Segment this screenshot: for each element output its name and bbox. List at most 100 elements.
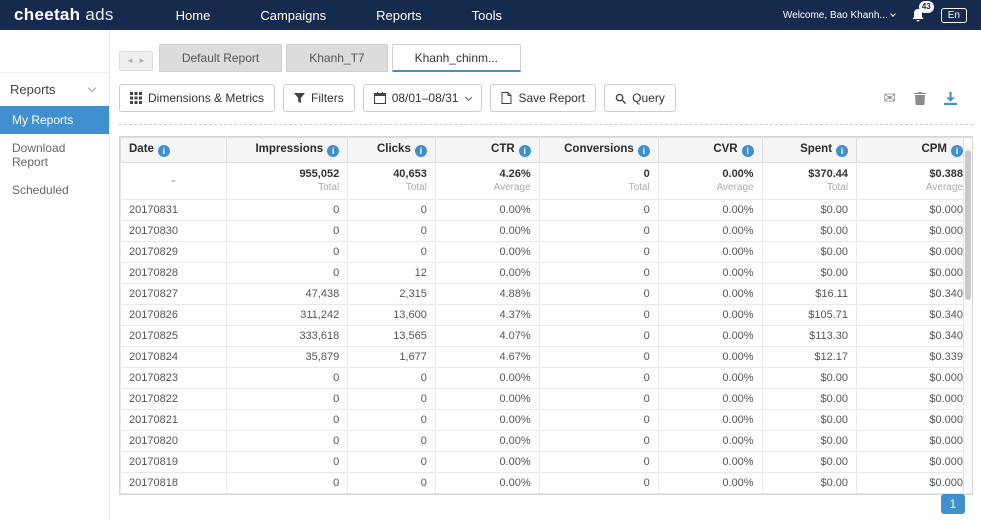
table-row: 20170825 333,618 13,565 4.07% 0 0.00% $113.30 $… bbox=[120, 325, 972, 347]
trash-icon[interactable] bbox=[914, 91, 926, 105]
metric-cell: 0.00% bbox=[657, 367, 763, 389]
sidebar-section-label: Reports bbox=[10, 82, 56, 97]
metric-cell: 0.00% bbox=[657, 388, 763, 410]
date-cell: 20170830 bbox=[120, 220, 227, 242]
metric-cell: $0.00 bbox=[761, 430, 858, 452]
metric-cell: $0.00 bbox=[761, 199, 858, 221]
page-1-button[interactable]: 1 bbox=[941, 494, 965, 514]
metric-cell: 0 bbox=[225, 199, 349, 221]
info-icon[interactable]: i bbox=[327, 145, 340, 157]
metric-cell: 0 bbox=[347, 367, 436, 389]
tabs-prev-icon[interactable]: ◄ bbox=[126, 56, 134, 66]
metric-cell: 4.37% bbox=[434, 304, 540, 326]
col-impressions[interactable]: Impressions i bbox=[225, 137, 349, 163]
metric-cell: 0 bbox=[225, 451, 349, 473]
metric-cell: $0.340 bbox=[856, 304, 972, 326]
metric-cell: 35,879 bbox=[225, 346, 349, 368]
metric-cell: 0.00% bbox=[657, 262, 763, 284]
metric-cell: $0.000 bbox=[856, 472, 972, 494]
metric-cell: $0.000 bbox=[856, 220, 972, 242]
tab-khanh-chinm[interactable]: Khanh_chinm... bbox=[391, 44, 521, 72]
tab-default-report[interactable]: Default Report bbox=[158, 44, 283, 72]
notifications-button[interactable]: 43 bbox=[911, 1, 934, 22]
nav-reports[interactable]: Reports bbox=[376, 8, 422, 23]
scrollbar-thumb[interactable] bbox=[965, 150, 971, 300]
date-cell: 20170831 bbox=[120, 199, 227, 221]
totals-cell: $370.44 Total bbox=[761, 162, 858, 200]
calendar-icon bbox=[373, 92, 386, 104]
report-tabs: ◄ ► Default Report Khanh_T7 Khanh_chinm.… bbox=[119, 44, 981, 72]
tabs-next-icon[interactable]: ► bbox=[138, 56, 146, 66]
metric-cell: $16.11 bbox=[761, 283, 858, 305]
metric-cell: 0 bbox=[225, 220, 349, 242]
language-button[interactable]: En bbox=[940, 7, 967, 23]
table-scrollbar[interactable] bbox=[963, 138, 972, 493]
metric-cell: 0.00% bbox=[434, 241, 540, 263]
metric-cell: 311,242 bbox=[225, 304, 349, 326]
nav-home[interactable]: Home bbox=[176, 8, 211, 23]
col-clicks[interactable]: Clicks i bbox=[347, 137, 436, 163]
col-spent[interactable]: Spent i bbox=[761, 137, 858, 163]
col-cpm[interactable]: CPM i bbox=[856, 137, 972, 163]
nav-tools[interactable]: Tools bbox=[472, 8, 502, 23]
username: Bao Khanh... bbox=[829, 9, 888, 21]
metric-cell: $0.00 bbox=[761, 262, 858, 284]
download-icon[interactable] bbox=[944, 91, 957, 105]
metric-cell: 0 bbox=[225, 472, 349, 494]
info-icon[interactable]: i bbox=[637, 145, 650, 157]
metric-cell: 0 bbox=[538, 304, 659, 326]
metric-cell: $0.000 bbox=[856, 451, 972, 473]
date-range-button[interactable]: 08/01–08/31 bbox=[362, 84, 483, 112]
tab-khanh-t7[interactable]: Khanh_T7 bbox=[286, 44, 388, 72]
info-icon[interactable]: i bbox=[836, 145, 849, 157]
metric-cell: $0.339 bbox=[856, 346, 972, 368]
query-button[interactable]: Query bbox=[604, 84, 676, 112]
col-cvr[interactable]: CVR i bbox=[657, 137, 763, 163]
table-row: 20170829 0 0 0.00% 0 0.00% $0.00 $0.000 bbox=[120, 241, 972, 263]
tab-scroll-arrows: ◄ ► bbox=[119, 51, 153, 71]
email-icon[interactable]: ✉ bbox=[883, 91, 896, 106]
toolbar-right-icons: ✉ bbox=[883, 91, 973, 106]
sidebar-section-reports[interactable]: Reports bbox=[0, 72, 109, 106]
brand-logo[interactable]: cheetah ads bbox=[14, 5, 114, 25]
metric-cell: $0.00 bbox=[761, 472, 858, 494]
metric-cell: 0 bbox=[347, 409, 436, 431]
sidebar-item-my-reports[interactable]: My Reports bbox=[0, 106, 109, 134]
metric-cell: $0.000 bbox=[856, 430, 972, 452]
col-date[interactable]: Date i bbox=[120, 137, 227, 163]
metric-cell: $0.340 bbox=[856, 325, 972, 347]
metric-cell: 0 bbox=[538, 283, 659, 305]
metric-cell: $12.17 bbox=[761, 346, 858, 368]
totals-date-cell: - bbox=[120, 162, 227, 200]
info-icon[interactable]: i bbox=[741, 145, 754, 157]
dimensions-metrics-label: Dimensions & Metrics bbox=[148, 91, 265, 105]
metric-cell: 0.00% bbox=[657, 220, 763, 242]
info-icon[interactable]: i bbox=[951, 145, 963, 157]
sidebar-item-scheduled[interactable]: Scheduled bbox=[0, 176, 109, 204]
save-report-button[interactable]: Save Report bbox=[490, 84, 597, 112]
date-cell: 20170820 bbox=[120, 430, 227, 452]
metric-cell: $0.340 bbox=[856, 283, 972, 305]
table-row: 20170820 0 0 0.00% 0 0.00% $0.00 $0.000 bbox=[120, 430, 972, 452]
sidebar-item-download-report[interactable]: Download Report bbox=[0, 134, 109, 176]
metric-cell: 0.00% bbox=[657, 325, 763, 347]
nav-campaigns[interactable]: Campaigns bbox=[260, 8, 326, 23]
col-conversions[interactable]: Conversions i bbox=[538, 137, 659, 163]
col-ctr[interactable]: CTR i bbox=[434, 137, 540, 163]
metric-cell: 0.00% bbox=[434, 451, 540, 473]
metric-cell: 0.00% bbox=[657, 304, 763, 326]
info-icon[interactable]: i bbox=[414, 145, 427, 157]
dimensions-metrics-button[interactable]: Dimensions & Metrics bbox=[119, 84, 276, 112]
info-icon[interactable]: i bbox=[157, 145, 170, 157]
filters-button[interactable]: Filters bbox=[283, 84, 355, 112]
metric-cell: 0.00% bbox=[434, 472, 540, 494]
info-icon[interactable]: i bbox=[518, 145, 531, 157]
metric-cell: 0.00% bbox=[434, 199, 540, 221]
date-cell: 20170825 bbox=[120, 325, 227, 347]
metric-cell: 4.07% bbox=[434, 325, 540, 347]
user-menu[interactable]: Welcome, Bao Khanh... bbox=[783, 9, 896, 21]
metric-cell: 0 bbox=[225, 367, 349, 389]
report-table: Date i Impressions i Clicks i CTR i Conversi… bbox=[119, 136, 973, 495]
metric-cell: 0 bbox=[225, 409, 349, 431]
metric-cell: 0 bbox=[538, 220, 659, 242]
